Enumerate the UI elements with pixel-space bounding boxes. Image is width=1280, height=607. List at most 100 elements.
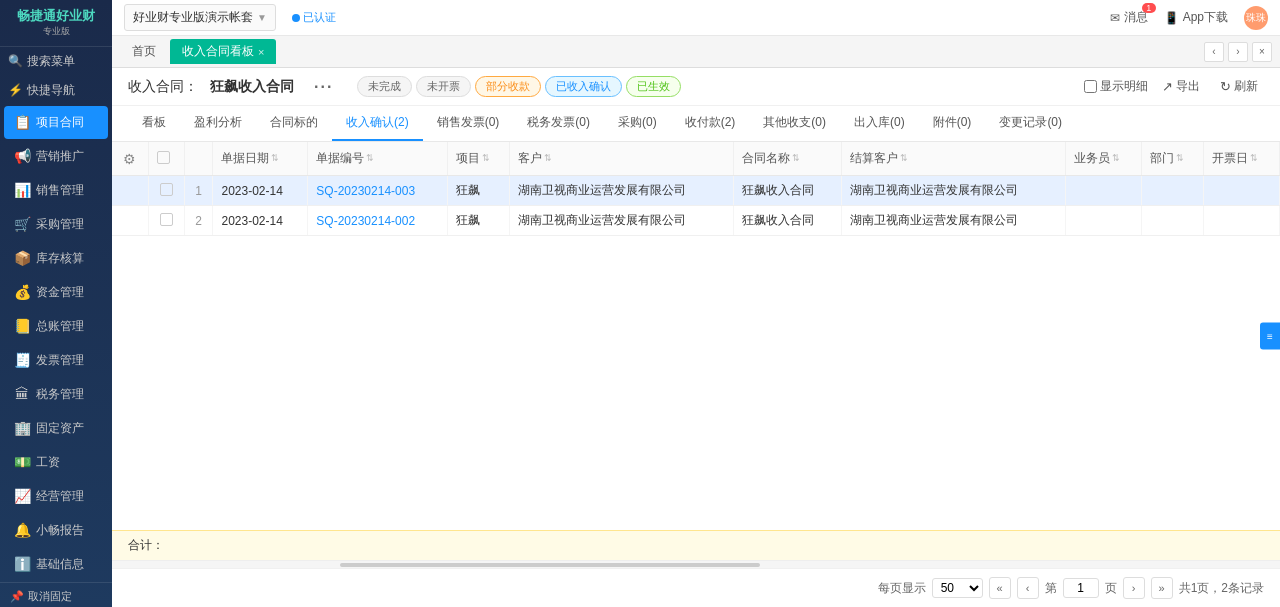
billno-link-1[interactable]: SQ-20230214-002 (316, 214, 415, 228)
sub-tab-附件[interactable]: 附件(0) (919, 106, 986, 141)
next-page-btn[interactable]: › (1123, 577, 1145, 599)
refresh-icon: ↻ (1220, 79, 1231, 94)
export-btn[interactable]: ↗ 导出 (1156, 76, 1206, 97)
user-avatar-action[interactable]: 珠珠 (1244, 6, 1268, 30)
company-selector[interactable]: 好业财专业版演示帐套 ▼ (124, 4, 276, 31)
page-header-actions: 显示明细 ↗ 导出 ↻ 刷新 (1084, 76, 1264, 97)
sidebar-label-9: 固定资产 (36, 420, 84, 437)
tab-contract-board[interactable]: 收入合同看板 × (170, 39, 276, 64)
tab-close-btn[interactable]: × (1252, 42, 1272, 62)
refresh-btn[interactable]: ↻ 刷新 (1214, 76, 1264, 97)
sidebar-item-小畅报告[interactable]: 🔔小畅报告 (4, 514, 108, 547)
row-settings-1[interactable] (112, 206, 148, 236)
total-label: 合计： (128, 537, 164, 554)
row-checkbox-1[interactable] (160, 213, 173, 226)
tab-home[interactable]: 首页 (120, 39, 168, 64)
pagination: 每页显示 50 100 200 « ‹ 第 页 › » 共1页，2条记录 (112, 568, 1280, 607)
app-download-action[interactable]: 📱 App下载 (1164, 9, 1228, 26)
quick-nav-icon: ⚡ (8, 83, 23, 97)
sidebar-item-工资[interactable]: 💵工资 (4, 446, 108, 479)
page-size-select[interactable]: 50 100 200 (932, 578, 983, 598)
horizontal-scrollbar[interactable] (340, 563, 760, 567)
sub-tab-出入库[interactable]: 出入库(0) (840, 106, 919, 141)
sidebar-label-7: 发票管理 (36, 352, 84, 369)
sidebar-item-发票管理[interactable]: 🧾发票管理 (4, 344, 108, 377)
prev-page-btn[interactable]: ‹ (1017, 577, 1039, 599)
sidebar-item-税务管理[interactable]: 🏛税务管理 (4, 378, 108, 411)
sidebar-icon-13: ℹ️ (14, 556, 30, 572)
sidebar-item-采购管理[interactable]: 🛒采购管理 (4, 208, 108, 241)
sub-tab-销售发票[interactable]: 销售发票(0) (423, 106, 514, 141)
tab-next-btn[interactable]: › (1228, 42, 1248, 62)
settle-col-header[interactable]: 结算客户⇅ (841, 142, 1065, 176)
show-detail-label: 显示明细 (1100, 78, 1148, 95)
row-settings-0[interactable] (112, 176, 148, 206)
customer-col-header[interactable]: 客户⇅ (510, 142, 734, 176)
page-label: 第 (1045, 580, 1057, 597)
sub-tab-其他收支[interactable]: 其他收支(0) (749, 106, 840, 141)
sidebar-item-基础信息[interactable]: ℹ️基础信息 (4, 548, 108, 581)
billno-sort-icon: ⇅ (366, 154, 374, 163)
show-detail-toggle[interactable]: 显示明细 (1084, 78, 1148, 95)
sidebar-search[interactable]: 🔍 搜索菜单 (0, 47, 112, 76)
sidebar-item-项目合同[interactable]: 📋项目合同 (4, 106, 108, 139)
status-effective[interactable]: 已生效 (626, 76, 681, 97)
sub-tab-收入确认[interactable]: 收入确认(2) (332, 106, 423, 141)
sidebar-label-8: 税务管理 (36, 386, 84, 403)
status-partial-receipt[interactable]: 部分收款 (475, 76, 541, 97)
more-options-btn[interactable]: ··· (314, 78, 333, 96)
per-page-label: 每页显示 (878, 580, 926, 597)
sidebar-item-销售管理[interactable]: 📊销售管理 (4, 174, 108, 207)
row-opendate-0 (1203, 176, 1279, 206)
pin-toggle[interactable]: 📌 取消固定 (0, 583, 112, 607)
message-action[interactable]: ✉ 1 消息 (1110, 9, 1148, 26)
billno-link-0[interactable]: SQ-20230214-003 (316, 184, 415, 198)
gear-icon[interactable]: ⚙ (123, 151, 136, 167)
show-detail-checkbox[interactable] (1084, 80, 1097, 93)
row-checkbox-0[interactable] (160, 183, 173, 196)
row-customer-1: 湖南卫视商业运营发展有限公司 (510, 206, 734, 236)
row-project-1: 狂飙 (448, 206, 510, 236)
sidebar-label-10: 工资 (36, 454, 60, 471)
last-page-btn[interactable]: » (1151, 577, 1173, 599)
sidebar-label-12: 小畅报告 (36, 522, 84, 539)
sidebar-item-固定资产[interactable]: 🏢固定资产 (4, 412, 108, 445)
sales-col-header[interactable]: 业务员⇅ (1065, 142, 1141, 176)
sub-tab-变更记录[interactable]: 变更记录(0) (985, 106, 1076, 141)
float-action-btn[interactable]: ≡ (1260, 323, 1280, 350)
status-confirmed[interactable]: 已收入确认 (545, 76, 622, 97)
sidebar-item-经营管理[interactable]: 📈经营管理 (4, 480, 108, 513)
tab-prev-btn[interactable]: ‹ (1204, 42, 1224, 62)
certified-badge: 已认证 (292, 10, 336, 25)
sidebar-label-4: 库存核算 (36, 250, 84, 267)
settings-col-header[interactable]: ⚙ (112, 142, 148, 176)
sub-tab-采购[interactable]: 采购(0) (604, 106, 671, 141)
page-number-input[interactable] (1063, 578, 1099, 598)
contract-col-header[interactable]: 合同名称⇅ (734, 142, 842, 176)
sidebar-item-资金管理[interactable]: 💰资金管理 (4, 276, 108, 309)
pin-label: 取消固定 (28, 589, 72, 604)
sub-tab-盈利分析[interactable]: 盈利分析 (180, 106, 256, 141)
dept-col-header[interactable]: 部门⇅ (1141, 142, 1203, 176)
sidebar-item-总账管理[interactable]: 📒总账管理 (4, 310, 108, 343)
opendate-sort-icon: ⇅ (1250, 154, 1258, 163)
first-page-btn[interactable]: « (989, 577, 1011, 599)
tab-close-icon[interactable]: × (258, 46, 264, 58)
sidebar-menu: 📋项目合同📢营销推广📊销售管理🛒采购管理📦库存核算💰资金管理📒总账管理🧾发票管理… (0, 105, 112, 582)
sub-tab-看板[interactable]: 看板 (128, 106, 180, 141)
status-not-invoiced[interactable]: 未开票 (416, 76, 471, 97)
project-col-header[interactable]: 项目⇅ (448, 142, 510, 176)
opendate-col-header[interactable]: 开票日⇅ (1203, 142, 1279, 176)
sub-tab-税务发票[interactable]: 税务发票(0) (513, 106, 604, 141)
status-incomplete[interactable]: 未完成 (357, 76, 412, 97)
header-checkbox[interactable] (157, 151, 170, 164)
tab-nav: ‹ › × (1204, 42, 1272, 62)
billno-col-header[interactable]: 单据编号⇅ (308, 142, 448, 176)
sidebar-item-库存核算[interactable]: 📦库存核算 (4, 242, 108, 275)
date-col-header[interactable]: 单据日期⇅ (213, 142, 308, 176)
sidebar-item-营销推广[interactable]: 📢营销推广 (4, 140, 108, 173)
sidebar-quick-nav[interactable]: ⚡ 快捷导航 (0, 76, 112, 105)
sub-tab-收付款[interactable]: 收付款(2) (671, 106, 750, 141)
sidebar-icon-6: 📒 (14, 318, 30, 334)
sub-tab-合同标的[interactable]: 合同标的 (256, 106, 332, 141)
